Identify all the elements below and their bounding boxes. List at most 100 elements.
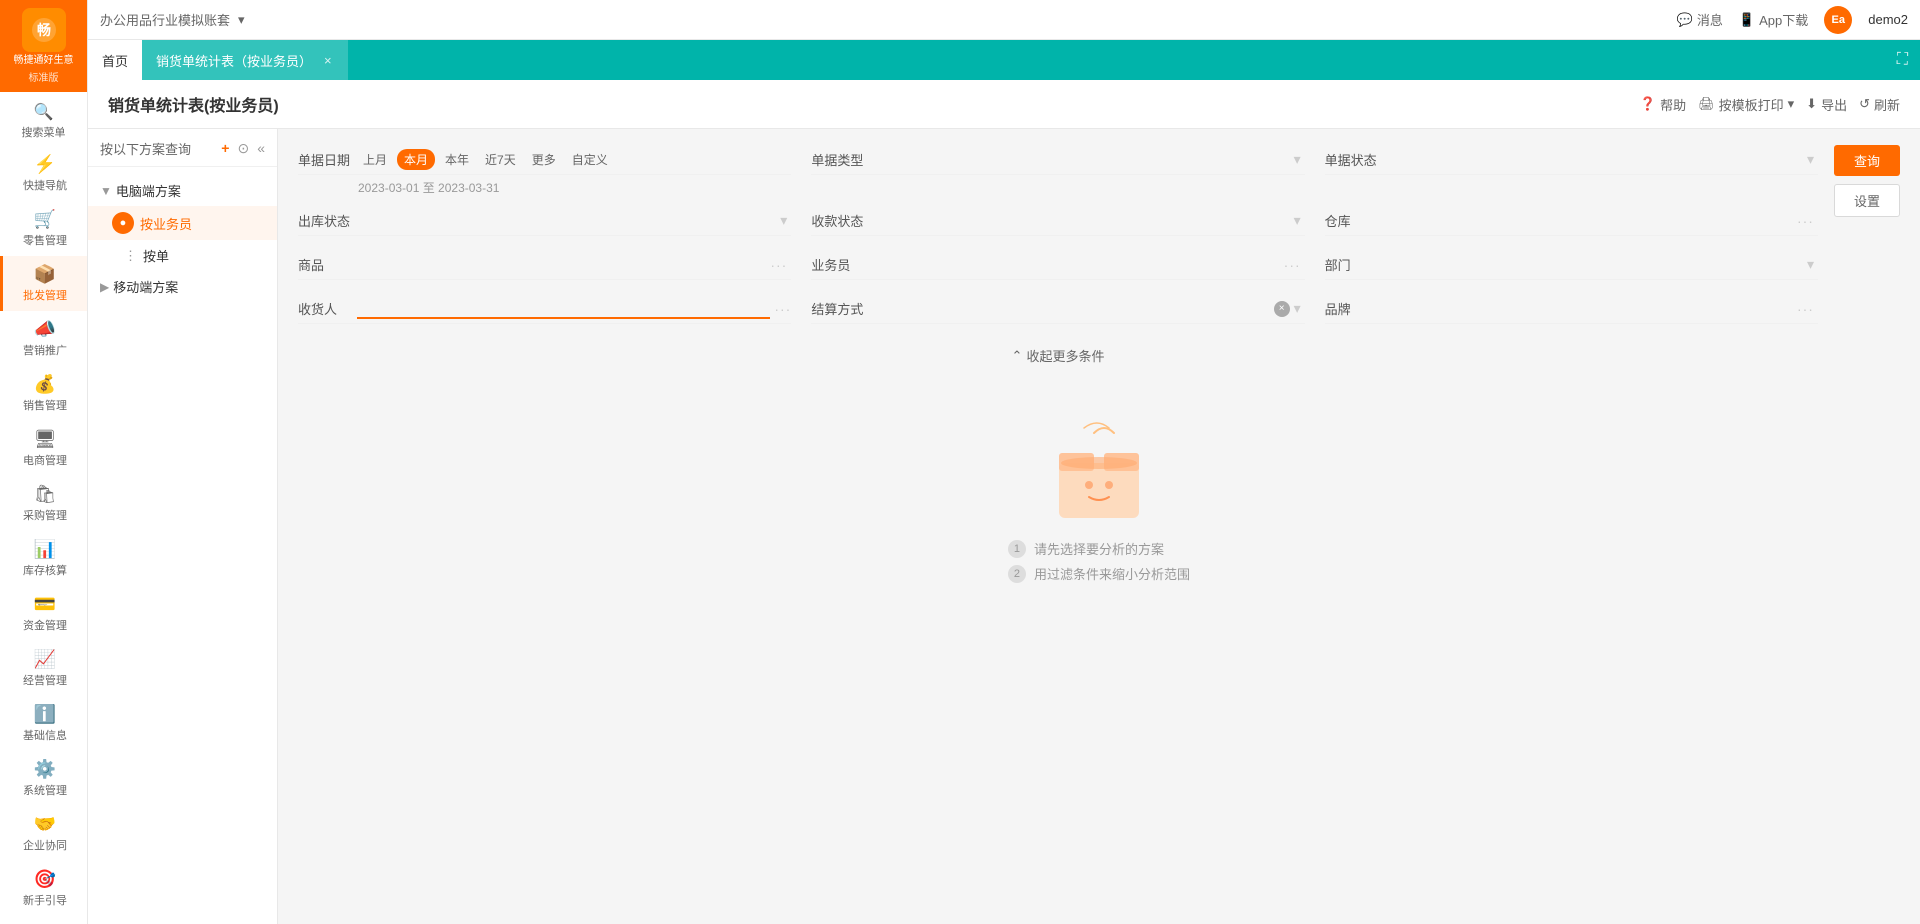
brand-select[interactable]: ··· bbox=[1384, 299, 1818, 319]
date-tab-custom[interactable]: 自定义 bbox=[566, 149, 614, 170]
collapse-icon: ⌃ bbox=[1012, 348, 1023, 364]
department-arrow bbox=[1807, 256, 1814, 273]
collapse-bar[interactable]: ⌃ 收起更多条件 bbox=[298, 338, 1818, 373]
date-tab-last-month[interactable]: 上月 bbox=[357, 149, 393, 170]
tab-sales-stats[interactable]: 销货单统计表（按业务员） × bbox=[142, 40, 348, 80]
filter-row-3: 商品 ··· 业务员 ··· bbox=[298, 250, 1818, 280]
wholesale-icon: 📦 bbox=[34, 264, 56, 285]
tree-group-pc[interactable]: ▼ 电脑端方案 bbox=[88, 175, 277, 206]
sidebar-item-enterprise[interactable]: 🤝 企业协同 bbox=[0, 806, 87, 861]
doc-type-select[interactable] bbox=[870, 149, 1304, 170]
salesperson-select[interactable]: ··· bbox=[870, 255, 1304, 275]
sidebar-item-basic[interactable]: ℹ️ 基础信息 bbox=[0, 696, 87, 751]
message-action[interactable]: 💬 消息 bbox=[1677, 10, 1723, 29]
step-num-2: 2 bbox=[1008, 565, 1026, 583]
wholesale-label: 批发管理 bbox=[23, 287, 67, 303]
logo-icon: 畅 bbox=[22, 8, 66, 52]
tree-label-mobile: 移动端方案 bbox=[113, 277, 178, 296]
sidebar-item-finance[interactable]: 💳 资金管理 bbox=[0, 586, 87, 641]
enterprise-label: 企业协同 bbox=[23, 837, 67, 853]
export-icon: ⬇ bbox=[1806, 96, 1817, 112]
sidebar-item-purchase[interactable]: 🛍 采购管理 bbox=[0, 476, 87, 531]
query-button[interactable]: 查询 bbox=[1834, 145, 1900, 176]
sidebar-item-operations[interactable]: 📈 经营管理 bbox=[0, 641, 87, 696]
sidebar-item-wholesale[interactable]: 📦 批发管理 bbox=[0, 256, 87, 311]
logo-text: 畅捷通好生意 bbox=[14, 54, 74, 67]
sidebar-item-quicknav[interactable]: ⚡ 快捷导航 bbox=[0, 146, 87, 201]
tree-label-doc: 按单 bbox=[143, 246, 169, 265]
basic-label: 基础信息 bbox=[23, 727, 67, 743]
tabbar-expand[interactable]: ⛶ bbox=[1885, 51, 1920, 69]
topbar-dropdown-icon[interactable]: ▾ bbox=[238, 12, 245, 28]
out-status-arrow bbox=[780, 212, 787, 229]
out-status-select[interactable] bbox=[357, 210, 791, 231]
sidebar-item-sales[interactable]: 💰 销售管理 bbox=[0, 366, 87, 421]
tab-close-button[interactable]: × bbox=[322, 53, 334, 68]
content-area: 按以下方案查询 + ⊙ « ▼ 电脑端方案 ● bbox=[88, 129, 1920, 924]
date-tab-last7[interactable]: 近7天 bbox=[479, 149, 522, 170]
tree-item-by-doc[interactable]: ⋮ 按单 bbox=[88, 240, 277, 271]
template-print-action[interactable]: 🖨 按模板打印 ▾ bbox=[1698, 95, 1794, 114]
refresh-icon: ↺ bbox=[1859, 96, 1870, 112]
app-download-action[interactable]: 📱 App下载 bbox=[1739, 10, 1808, 29]
warehouse-select[interactable]: ··· bbox=[1384, 211, 1818, 231]
doc-type-filter-cell: 单据类型 bbox=[811, 145, 1304, 175]
tree-item-by-salesperson[interactable]: ● 按业务员 bbox=[88, 206, 277, 240]
date-range-display: 2023-03-01 至 2023-03-31 bbox=[298, 179, 1818, 196]
step-num-1: 1 bbox=[1008, 540, 1026, 558]
add-scheme-icon[interactable]: + bbox=[221, 140, 229, 157]
sidebar-logo[interactable]: 畅 畅捷通好生意 标准版 bbox=[0, 0, 87, 92]
selected-badge: ● bbox=[112, 212, 134, 234]
sidebar-item-apps[interactable]: 🔲 应用中心 bbox=[0, 916, 87, 924]
doc-status-select[interactable] bbox=[1384, 149, 1818, 170]
empty-step-1: 1 请先选择要分析的方案 bbox=[1008, 539, 1190, 558]
date-filter-cell: 单据日期 上月 本月 本年 近7天 更多 自定义 bbox=[298, 145, 791, 175]
collapse-panel-icon[interactable]: « bbox=[257, 140, 265, 157]
app-download-label: App下载 bbox=[1759, 10, 1808, 29]
sidebar-item-inventory[interactable]: 📊 库存核算 bbox=[0, 531, 87, 586]
help-icon: ❓ bbox=[1640, 96, 1656, 112]
settlement-select[interactable]: × bbox=[870, 298, 1304, 319]
sales-label: 销售管理 bbox=[23, 397, 67, 413]
help-label: 帮助 bbox=[1660, 95, 1686, 114]
left-panel-header-label: 按以下方案查询 bbox=[100, 139, 191, 158]
receiver-input[interactable] bbox=[357, 298, 770, 319]
warehouse-label: 仓库 bbox=[1325, 211, 1380, 230]
settlement-clear[interactable]: × bbox=[1274, 301, 1290, 317]
date-tab-this-month[interactable]: 本月 bbox=[397, 149, 435, 170]
export-action[interactable]: ⬇ 导出 bbox=[1806, 95, 1847, 114]
empty-step-2: 2 用过滤条件来缩小分析范围 bbox=[1008, 564, 1190, 583]
sidebar-item-newbie[interactable]: 🎯 新手引导 bbox=[0, 861, 87, 916]
inventory-icon: 📊 bbox=[34, 539, 56, 560]
left-panel-header: 按以下方案查询 + ⊙ « bbox=[88, 129, 277, 167]
department-select[interactable] bbox=[1384, 254, 1818, 275]
tab-home[interactable]: 首页 bbox=[88, 40, 142, 80]
refresh-action[interactable]: ↺ 刷新 bbox=[1859, 95, 1900, 114]
marketing-label: 营销推广 bbox=[23, 342, 67, 358]
date-tab-this-year[interactable]: 本年 bbox=[439, 149, 475, 170]
zero-retail-icon: 🛒 bbox=[34, 209, 56, 230]
sidebar-item-marketing[interactable]: 📣 营销推广 bbox=[0, 311, 87, 366]
sidebar-item-system[interactable]: ⚙️ 系统管理 bbox=[0, 751, 87, 806]
filter-row-4: 收货人 ··· 结算方式 × bbox=[298, 294, 1818, 324]
user-avatar[interactable]: Ea bbox=[1824, 6, 1852, 34]
sidebar-search[interactable]: 🔍 搜索菜单 bbox=[0, 92, 87, 146]
out-status-filter-cell: 出库状态 bbox=[298, 206, 791, 236]
username[interactable]: demo2 bbox=[1868, 12, 1908, 27]
payment-status-select[interactable] bbox=[870, 210, 1304, 231]
sidebar-item-ecommerce[interactable]: 🖥 电商管理 bbox=[0, 421, 87, 476]
date-tab-more[interactable]: 更多 bbox=[526, 149, 562, 170]
warehouse-dots: ··· bbox=[1797, 213, 1814, 229]
tree-group-mobile[interactable]: ▶ 移动端方案 bbox=[88, 271, 277, 302]
empty-illustration bbox=[1039, 413, 1159, 523]
goods-select[interactable]: ··· bbox=[357, 255, 791, 275]
page-header-actions: ❓ 帮助 🖨 按模板打印 ▾ ⬇ 导出 ↺ 刷新 bbox=[1640, 95, 1900, 126]
system-icon: ⚙️ bbox=[34, 759, 56, 780]
department-label: 部门 bbox=[1325, 255, 1380, 274]
help-action[interactable]: ❓ 帮助 bbox=[1640, 95, 1686, 114]
action-buttons: 查询 设置 bbox=[1834, 145, 1900, 373]
settings-button[interactable]: 设置 bbox=[1834, 184, 1900, 217]
scheme-settings-icon[interactable]: ⊙ bbox=[237, 140, 249, 157]
sidebar-item-zero-retail[interactable]: 🛒 零售管理 bbox=[0, 201, 87, 256]
sidebar: 畅 畅捷通好生意 标准版 🔍 搜索菜单 ⚡ 快捷导航 🛒 零售管理 📦 批发管理… bbox=[0, 0, 88, 924]
